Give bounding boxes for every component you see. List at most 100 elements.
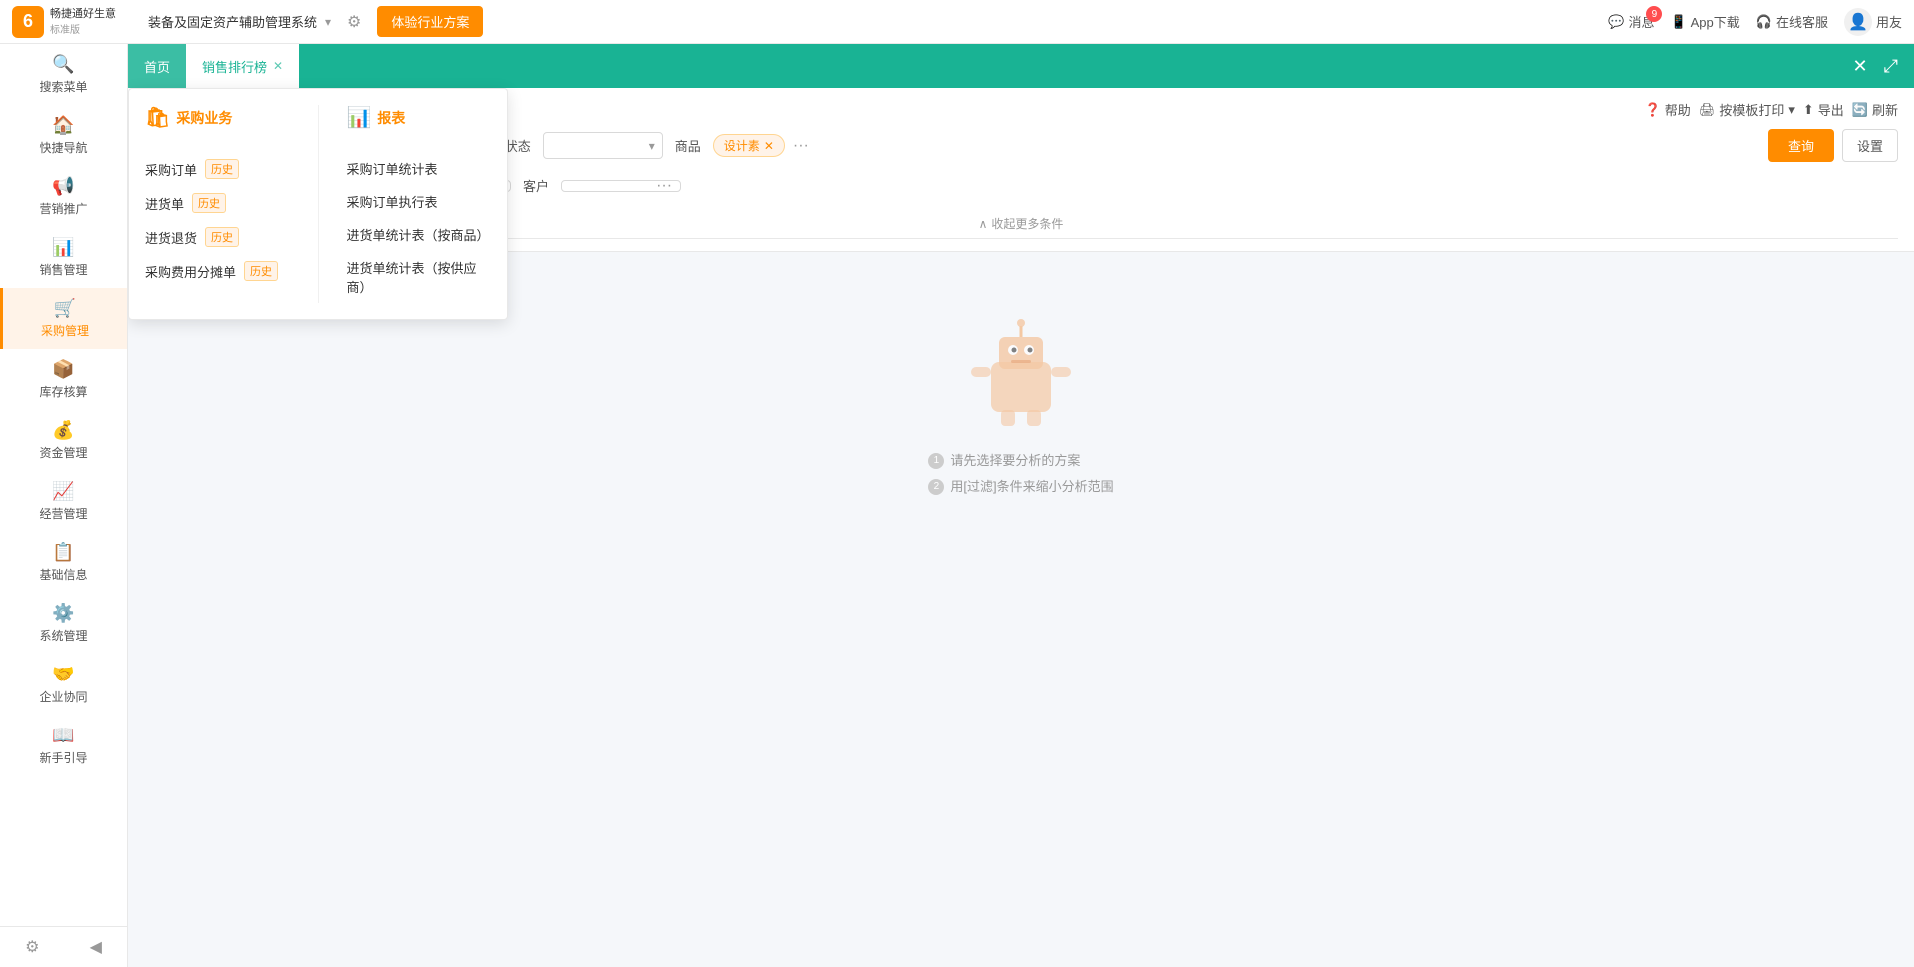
- print-dropdown-icon: ▾: [1788, 102, 1795, 118]
- sidebar-item-label: 搜索菜单: [39, 78, 87, 95]
- bottom-settings-icon[interactable]: ⚙: [25, 937, 39, 957]
- report-col-title: 📊 报表: [347, 105, 492, 138]
- notification-item[interactable]: 💬 消息 9: [1608, 12, 1654, 31]
- purchase-icon: 🛒: [54, 298, 76, 319]
- hint-dot-1: 1: [928, 453, 944, 469]
- sidebar-item-label: 采购管理: [41, 322, 89, 339]
- doc-status-select[interactable]: [543, 132, 663, 159]
- customer-label: 客户: [523, 176, 549, 195]
- query-button[interactable]: 查询: [1768, 129, 1834, 162]
- print-template-btn[interactable]: 🖨 按模板打印 ▾: [1699, 100, 1795, 119]
- main-area: 🔍 搜索菜单 🏠 快捷导航 📢 营销推广 📊 销售管理 🛒 采购管理 📦: [0, 44, 1914, 967]
- tab-sales-ranking[interactable]: 销售排行榜 ✕: [186, 44, 299, 88]
- notification-badge: 9: [1646, 6, 1662, 22]
- inventory-icon: 📦: [52, 359, 74, 380]
- dropdown-item-goods-receipt[interactable]: 进货单 历史: [145, 186, 290, 220]
- sidebar-item-system[interactable]: ⚙️ 系统管理: [0, 593, 127, 654]
- online-service-item[interactable]: 🎧 在线客服: [1756, 12, 1828, 31]
- content-area: 首页 销售排行榜 ✕ ✕ ⤢: [128, 44, 1914, 967]
- logo-icon: 6: [12, 6, 44, 38]
- sidebar-item-enterprise[interactable]: 🤝 企业协同: [0, 654, 127, 715]
- tab-expand-btn[interactable]: ⤢: [1880, 52, 1902, 81]
- settings-button[interactable]: 设置: [1842, 129, 1898, 162]
- settings-gear-icon[interactable]: ⚙: [347, 12, 361, 32]
- history-badge-2: 历史: [205, 227, 239, 247]
- goods-label: 商品: [675, 136, 701, 155]
- purchase-col-icon: 🛍: [145, 105, 170, 130]
- sidebar-item-quicknav[interactable]: 🏠 快捷导航: [0, 105, 127, 166]
- hint-dot-2: 2: [928, 479, 944, 495]
- export-btn[interactable]: ⬆ 导出: [1803, 100, 1844, 119]
- finance-icon: 💰: [52, 420, 74, 441]
- history-badge-1: 历史: [192, 193, 226, 213]
- customer-dots[interactable]: ···: [652, 177, 676, 195]
- user-item[interactable]: 👤 用友: [1844, 8, 1902, 36]
- system-icon: ⚙️: [52, 603, 74, 624]
- sidebar-item-label: 销售管理: [39, 261, 87, 278]
- doc-status-select-wrapper: ▾: [543, 132, 663, 159]
- top-bar: 6 畅捷通好生意 标准版 装备及固定资产辅助管理系统 ▾ ⚙ 体验行业方案 💬 …: [0, 0, 1914, 44]
- help-icon: ❓: [1645, 102, 1661, 118]
- tab-bar: 首页 销售排行榜 ✕ ✕ ⤢: [128, 44, 1914, 88]
- search-icon: 🔍: [52, 54, 74, 75]
- history-badge-0: 历史: [205, 159, 239, 179]
- headset-icon: 🎧: [1756, 14, 1772, 30]
- export-icon: ⬆: [1803, 102, 1814, 118]
- empty-hint-2: 2 用[过滤]条件来缩小分析范围: [928, 474, 1113, 500]
- dropdown-item-purchase-order[interactable]: 采购订单 历史: [145, 152, 290, 186]
- app-container: 6 畅捷通好生意 标准版 装备及固定资产辅助管理系统 ▾ ⚙ 体验行业方案 💬 …: [0, 0, 1914, 967]
- history-badge-3: 历史: [244, 261, 278, 281]
- print-icon: 🖨: [1699, 102, 1716, 118]
- menu-divider: [318, 105, 319, 303]
- sidebar-item-marketing[interactable]: 📢 营销推广: [0, 166, 127, 227]
- sidebar-item-newbie[interactable]: 📖 新手引导: [0, 715, 127, 776]
- purchase-col: 🛍 采购业务 采购订单 历史 进货单 历史 进货退货: [145, 105, 290, 303]
- dropdown-item-purchase-order-exec[interactable]: 采购订单执行表: [347, 185, 492, 218]
- sidebar-item-search[interactable]: 🔍 搜索菜单: [0, 44, 127, 105]
- message-icon: 💬: [1608, 14, 1624, 30]
- dropdown-item-purchase-expense[interactable]: 采购费用分摊单 历史: [145, 254, 290, 288]
- customer-input[interactable]: ···: [561, 180, 681, 192]
- title-dropdown-arrow[interactable]: ▾: [325, 15, 331, 29]
- sidebar: 🔍 搜索菜单 🏠 快捷导航 📢 营销推广 📊 销售管理 🛒 采购管理 📦: [0, 44, 128, 967]
- refresh-icon: 🔄: [1852, 102, 1868, 118]
- refresh-btn[interactable]: 🔄 刷新: [1852, 100, 1898, 119]
- sidebar-item-purchase[interactable]: 🛒 采购管理: [0, 288, 127, 349]
- marketing-icon: 📢: [52, 176, 74, 197]
- tab-close-icon[interactable]: ✕: [273, 59, 283, 73]
- robot-svg: [961, 312, 1081, 432]
- report-col-icon: 📊: [347, 105, 372, 130]
- sidebar-item-label: 资金管理: [39, 444, 87, 461]
- top-right: 💬 消息 9 📱 App下载 🎧 在线客服 👤 用友: [1608, 8, 1902, 36]
- enterprise-icon: 🤝: [52, 664, 74, 685]
- sidebar-item-label: 经营管理: [39, 505, 87, 522]
- sidebar-bottom: ⚙ ◀: [0, 926, 127, 967]
- sidebar-item-finance[interactable]: 💰 资金管理: [0, 410, 127, 471]
- collapse-sidebar-icon[interactable]: ◀: [90, 937, 102, 957]
- dropdown-menu: 🛍 采购业务 采购订单 历史 进货单 历史 进货退货: [128, 88, 508, 320]
- system-title-area: 装备及固定资产辅助管理系统 ▾ ⚙ 体验行业方案: [140, 6, 1608, 37]
- dropdown-item-goods-receipt-stat-by-goods[interactable]: 进货单统计表（按商品）: [347, 218, 492, 251]
- tab-close-btn[interactable]: ✕: [1849, 52, 1872, 81]
- sidebar-item-label: 新手引导: [39, 749, 87, 766]
- sidebar-item-label: 基础信息: [39, 566, 87, 583]
- dropdown-item-goods-receipt-stat-by-supplier[interactable]: 进货单统计表（按供应商）: [347, 251, 492, 303]
- goods-more-icon[interactable]: ···: [789, 137, 813, 155]
- dropdown-overlay: 🛍 采购业务 采购订单 历史 进货单 历史 进货退货: [128, 88, 508, 320]
- sidebar-item-operation[interactable]: 📈 经营管理: [0, 471, 127, 532]
- phone-icon: 📱: [1670, 14, 1686, 30]
- app-download-item[interactable]: 📱 App下载: [1670, 12, 1739, 31]
- dropdown-item-goods-return[interactable]: 进货退货 历史: [145, 220, 290, 254]
- help-btn[interactable]: ❓ 帮助: [1645, 100, 1691, 119]
- tab-bar-right: ✕ ⤢: [1849, 52, 1914, 81]
- goods-tag-close[interactable]: ✕: [764, 139, 774, 153]
- industry-btn[interactable]: 体验行业方案: [377, 6, 483, 37]
- basic-info-icon: 📋: [52, 542, 74, 563]
- dropdown-item-purchase-order-stat[interactable]: 采购订单统计表: [347, 152, 492, 185]
- sidebar-item-basic[interactable]: 📋 基础信息: [0, 532, 127, 593]
- tab-home[interactable]: 首页: [128, 44, 186, 88]
- toolbar-right: ❓ 帮助 🖨 按模板打印 ▾ ⬆ 导出: [1645, 100, 1898, 119]
- sidebar-item-sales[interactable]: 📊 销售管理: [0, 227, 127, 288]
- sidebar-item-inventory[interactable]: 📦 库存核算: [0, 349, 127, 410]
- user-avatar: 👤: [1844, 8, 1872, 36]
